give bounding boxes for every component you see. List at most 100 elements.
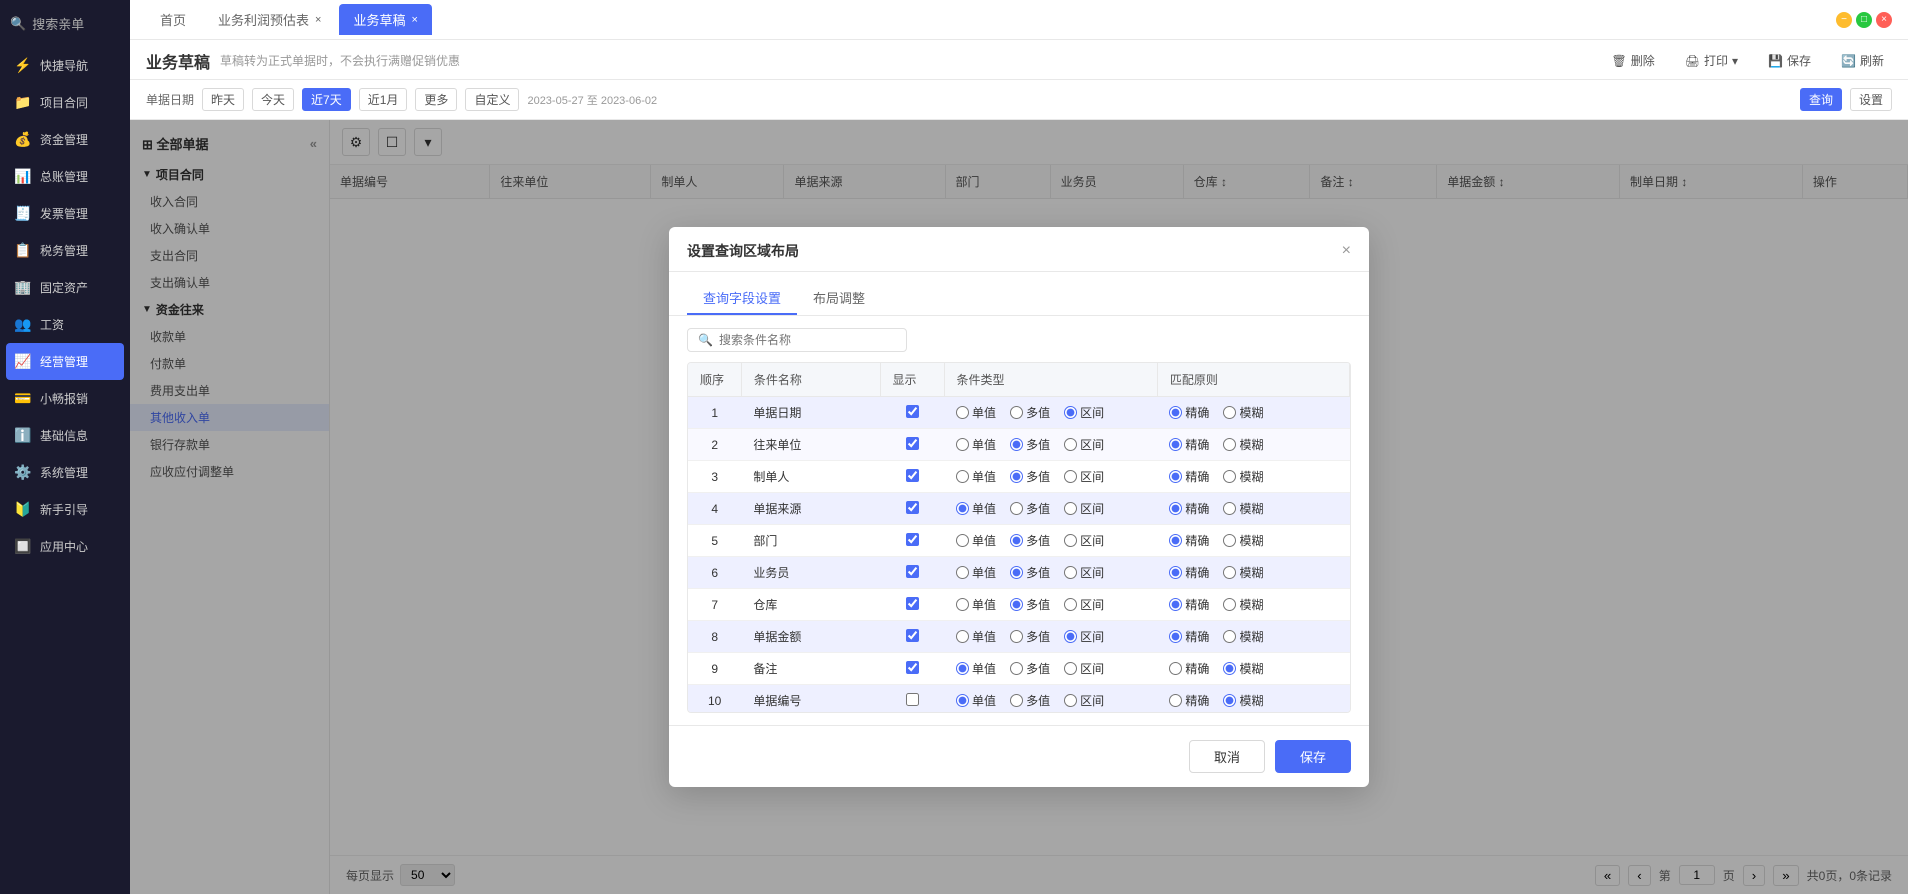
match-radio-精确[interactable]: 精确 xyxy=(1169,660,1209,677)
match-radio-精确[interactable]: 精确 xyxy=(1169,532,1209,549)
sidebar-item-basic-info[interactable]: ℹ️ 基础信息 xyxy=(0,417,130,454)
save-button[interactable]: 💾 保存 xyxy=(1760,48,1819,73)
type-radio-单值[interactable]: 单值 xyxy=(956,532,996,549)
sidebar-item-app-center[interactable]: 🔲 应用中心 xyxy=(0,528,130,565)
sidebar-item-tax-mgmt[interactable]: 📋 税务管理 xyxy=(0,232,130,269)
row-show-checkbox[interactable] xyxy=(906,405,919,418)
sidebar-item-new-guide[interactable]: 🔰 新手引导 xyxy=(0,491,130,528)
sidebar-item-quick-nav[interactable]: ⚡ 快捷导航 xyxy=(0,47,130,84)
match-radio-模糊[interactable]: 模糊 xyxy=(1223,596,1263,613)
type-radio-单值[interactable]: 单值 xyxy=(956,692,996,709)
refresh-button[interactable]: 🔄 刷新 xyxy=(1833,48,1892,73)
sidebar-item-biz-mgmt[interactable]: 📈 经营管理 xyxy=(6,343,124,380)
type-radio-多值[interactable]: 多值 xyxy=(1010,532,1050,549)
type-radio-单值[interactable]: 单值 xyxy=(956,564,996,581)
match-radio-模糊[interactable]: 模糊 xyxy=(1223,628,1263,645)
match-radio-精确[interactable]: 精确 xyxy=(1169,692,1209,709)
match-radio-模糊[interactable]: 模糊 xyxy=(1223,692,1263,709)
type-radio-多值[interactable]: 多值 xyxy=(1010,628,1050,645)
type-radio-区间[interactable]: 区间 xyxy=(1064,564,1104,581)
filter-1month[interactable]: 近1月 xyxy=(359,88,408,111)
match-radio-模糊[interactable]: 模糊 xyxy=(1223,404,1263,421)
sidebar-item-sys-mgmt[interactable]: ⚙️ 系统管理 xyxy=(0,454,130,491)
row-show-checkbox-cell[interactable] xyxy=(880,493,944,525)
row-show-checkbox-cell[interactable] xyxy=(880,685,944,714)
tab-profit-estimate-close[interactable]: × xyxy=(315,14,321,26)
type-radio-多值[interactable]: 多值 xyxy=(1010,596,1050,613)
sidebar-search-area[interactable]: 🔍 搜索亲单 xyxy=(0,0,130,47)
type-radio-多值[interactable]: 多值 xyxy=(1010,692,1050,709)
match-radio-模糊[interactable]: 模糊 xyxy=(1223,500,1263,517)
modal-close-button[interactable]: × xyxy=(1342,242,1351,260)
modal-tab-field-settings[interactable]: 查询字段设置 xyxy=(687,282,797,315)
filter-custom[interactable]: 自定义 xyxy=(465,88,519,111)
modal-save-button[interactable]: 保存 xyxy=(1275,740,1351,773)
row-show-checkbox[interactable] xyxy=(906,565,919,578)
row-show-checkbox[interactable] xyxy=(906,501,919,514)
type-radio-多值[interactable]: 多值 xyxy=(1010,404,1050,421)
type-radio-单值[interactable]: 单值 xyxy=(956,404,996,421)
row-show-checkbox[interactable] xyxy=(906,533,919,546)
tab-profit-estimate[interactable]: 业务利润预估表 × xyxy=(204,4,335,35)
filter-today[interactable]: 今天 xyxy=(252,88,294,111)
sidebar-item-invoice-mgmt[interactable]: 🧾 发票管理 xyxy=(0,195,130,232)
type-radio-多值[interactable]: 多值 xyxy=(1010,564,1050,581)
type-radio-区间[interactable]: 区间 xyxy=(1064,660,1104,677)
row-show-checkbox[interactable] xyxy=(906,597,919,610)
row-show-checkbox-cell[interactable] xyxy=(880,621,944,653)
type-radio-单值[interactable]: 单值 xyxy=(956,628,996,645)
match-radio-精确[interactable]: 精确 xyxy=(1169,468,1209,485)
type-radio-区间[interactable]: 区间 xyxy=(1064,692,1104,709)
print-button[interactable]: 🖨 打印 ▾ xyxy=(1677,48,1746,73)
match-radio-精确[interactable]: 精确 xyxy=(1169,404,1209,421)
sidebar-item-hr[interactable]: 👥 工资 xyxy=(0,306,130,343)
row-show-checkbox[interactable] xyxy=(906,469,919,482)
tab-home[interactable]: 首页 xyxy=(146,4,200,35)
sidebar-item-xiaochang[interactable]: 💳 小畅报销 xyxy=(0,380,130,417)
filter-yesterday[interactable]: 昨天 xyxy=(202,88,244,111)
match-radio-精确[interactable]: 精确 xyxy=(1169,628,1209,645)
type-radio-区间[interactable]: 区间 xyxy=(1064,532,1104,549)
match-radio-精确[interactable]: 精确 xyxy=(1169,596,1209,613)
cancel-button[interactable]: 取消 xyxy=(1189,740,1265,773)
match-radio-精确[interactable]: 精确 xyxy=(1169,436,1209,453)
match-radio-模糊[interactable]: 模糊 xyxy=(1223,660,1263,677)
type-radio-单值[interactable]: 单值 xyxy=(956,468,996,485)
setting-button[interactable]: 设置 xyxy=(1850,88,1892,111)
filter-more[interactable]: 更多 xyxy=(415,88,457,111)
type-radio-单值[interactable]: 单值 xyxy=(956,500,996,517)
row-show-checkbox-cell[interactable] xyxy=(880,557,944,589)
modal-search-input[interactable] xyxy=(719,333,896,347)
modal-tab-layout-adjust[interactable]: 布局调整 xyxy=(797,282,881,315)
query-button[interactable]: 查询 xyxy=(1800,88,1842,111)
sidebar-item-fund-mgmt[interactable]: 💰 资金管理 xyxy=(0,121,130,158)
type-radio-单值[interactable]: 单值 xyxy=(956,596,996,613)
type-radio-多值[interactable]: 多值 xyxy=(1010,660,1050,677)
row-show-checkbox[interactable] xyxy=(906,661,919,674)
tab-biz-draft[interactable]: 业务草稿 × xyxy=(339,4,431,35)
match-radio-模糊[interactable]: 模糊 xyxy=(1223,564,1263,581)
row-show-checkbox-cell[interactable] xyxy=(880,653,944,685)
type-radio-单值[interactable]: 单值 xyxy=(956,660,996,677)
window-close-button[interactable]: × xyxy=(1876,12,1892,28)
filter-7days[interactable]: 近7天 xyxy=(302,88,351,111)
tab-biz-draft-close[interactable]: × xyxy=(411,14,417,26)
row-show-checkbox-cell[interactable] xyxy=(880,397,944,429)
type-radio-区间[interactable]: 区间 xyxy=(1064,436,1104,453)
row-show-checkbox-cell[interactable] xyxy=(880,525,944,557)
row-show-checkbox-cell[interactable] xyxy=(880,429,944,461)
row-show-checkbox[interactable] xyxy=(906,437,919,450)
sidebar-item-project-contract[interactable]: 📁 项目合同 xyxy=(0,84,130,121)
type-radio-区间[interactable]: 区间 xyxy=(1064,628,1104,645)
row-show-checkbox[interactable] xyxy=(906,693,919,706)
match-radio-精确[interactable]: 精确 xyxy=(1169,564,1209,581)
row-show-checkbox-cell[interactable] xyxy=(880,589,944,621)
sidebar-item-ledger-mgmt[interactable]: 📊 总账管理 xyxy=(0,158,130,195)
type-radio-单值[interactable]: 单值 xyxy=(956,436,996,453)
type-radio-区间[interactable]: 区间 xyxy=(1064,500,1104,517)
window-min-button[interactable]: − xyxy=(1836,12,1852,28)
type-radio-区间[interactable]: 区间 xyxy=(1064,596,1104,613)
delete-button[interactable]: 🗑 删除 xyxy=(1604,48,1663,73)
type-radio-区间[interactable]: 区间 xyxy=(1064,404,1104,421)
match-radio-模糊[interactable]: 模糊 xyxy=(1223,532,1263,549)
